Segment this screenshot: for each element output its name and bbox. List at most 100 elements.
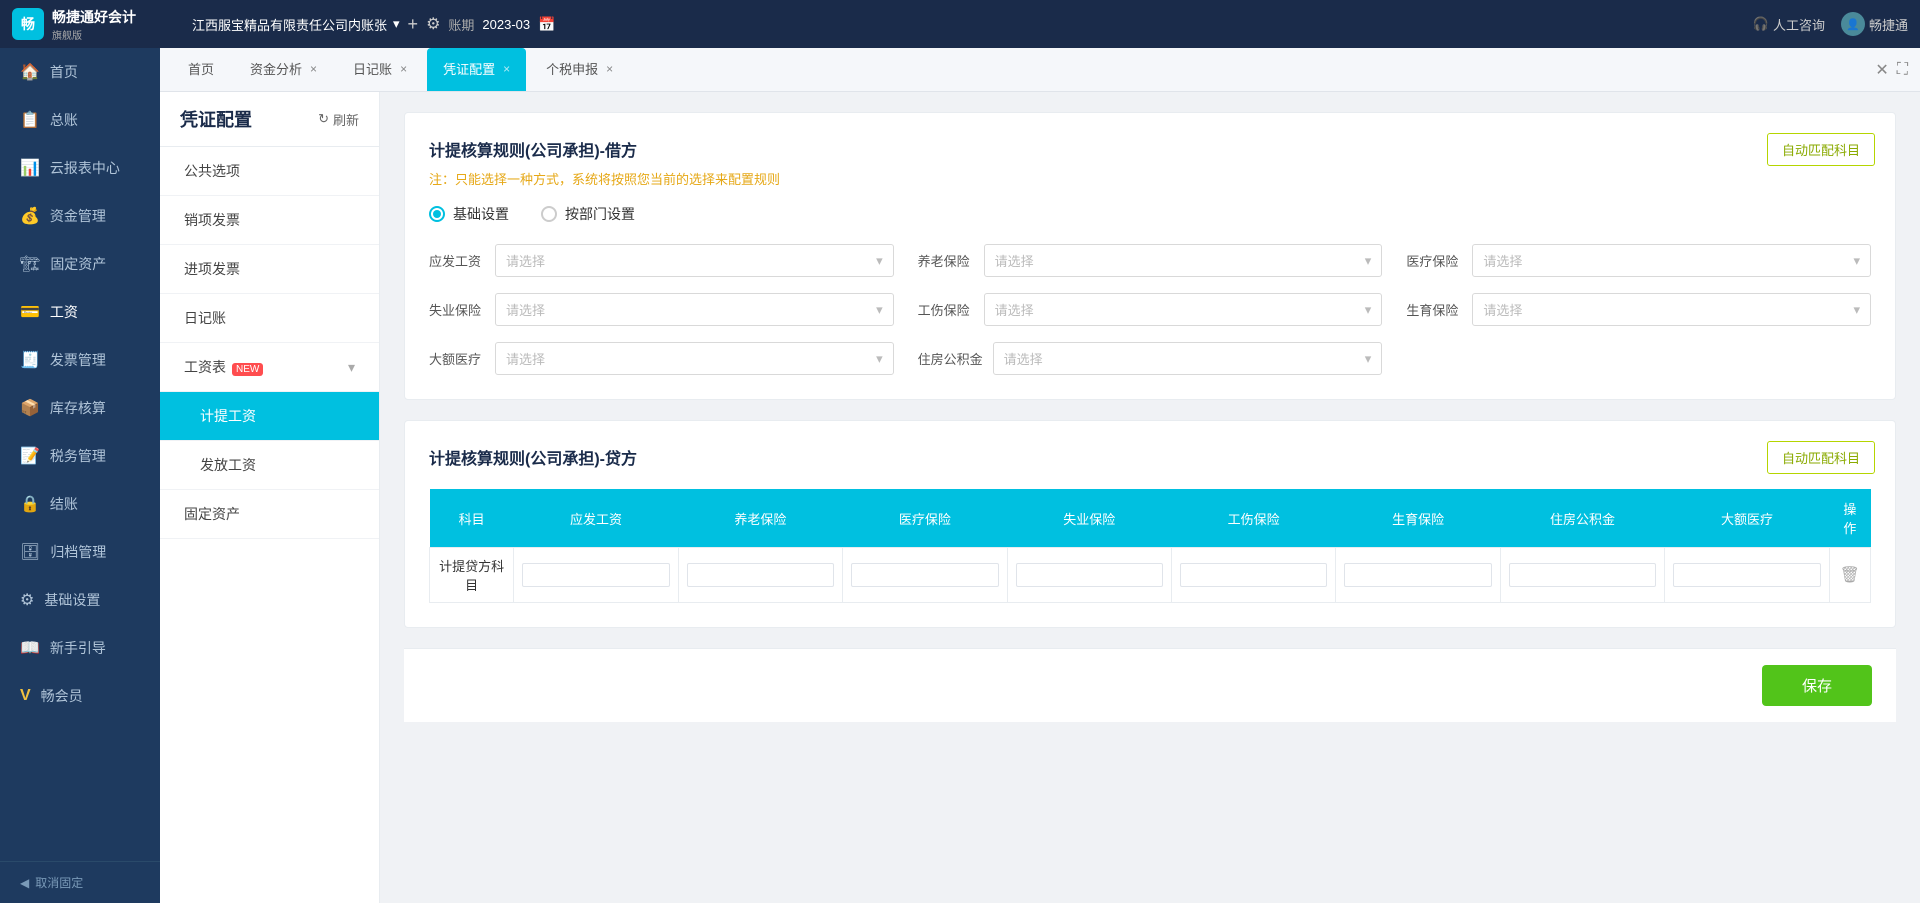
checkout-icon: 🔒 [20,494,40,514]
logo-icon: 畅 [12,8,44,40]
delete-row-button[interactable]: 🗑 [1840,565,1860,585]
tab-voucher[interactable]: 凭证配置 × [427,48,526,91]
sidebar-item-ledger[interactable]: 📋 总账 [0,96,160,144]
close-window-icon[interactable]: ✕ [1875,60,1888,80]
calendar-icon[interactable]: 📅 [538,16,555,33]
sub-nav-purchase[interactable]: 进项发票 [160,245,379,294]
select-arrow-icon6: ▾ [1853,302,1860,318]
field-unemployment-select[interactable]: 请选择 ▾ [495,293,894,326]
field-pension-select[interactable]: 请选择 ▾ [984,244,1383,277]
arrow-down-icon: ▾ [348,359,355,376]
tab-journal-close[interactable]: × [400,62,407,76]
top-bar: 畅 畅捷通好会计 旗舰版 江西服宝精品有限责任公司内账张 ▾ + ⚙ 账期 20… [0,0,1920,48]
sub-nav-fixed-assets[interactable]: 固定资产 [160,490,379,539]
debit-auto-match-button[interactable]: 自动匹配科目 [1767,133,1875,166]
input-large-medical[interactable] [1673,563,1820,587]
sidebar-item-checkout[interactable]: 🔒 结账 [0,480,160,528]
sidebar-label-inventory: 库存核算 [50,398,106,418]
field-maternity-select[interactable]: 请选择 ▾ [1472,293,1871,326]
save-button[interactable]: 保存 [1762,665,1872,706]
sub-nav-salary-table[interactable]: 工资表NEW ▾ [160,343,379,392]
radio-basic-inner [433,210,441,218]
tab-journal[interactable]: 日记账 × [337,48,423,91]
sidebar-label-settings: 基础设置 [44,590,100,610]
settings-icon: ⚙ [20,590,34,610]
sidebar-item-reports[interactable]: 📊 云报表中心 [0,144,160,192]
sub-nav-journal-label: 日记账 [184,310,226,326]
cancel-pin-button[interactable]: ◀ 取消固定 [0,861,160,903]
input-unemployment[interactable] [1016,563,1163,587]
tab-bar: 首页 资金分析 × 日记账 × 凭证配置 × 个税申报 × ✕ ⛶ [160,48,1920,92]
input-maternity[interactable] [1344,563,1491,587]
credit-table: 科目 应发工资 养老保险 医疗保险 失业保险 工伤保险 生育保险 住房公积金 大… [429,489,1871,603]
refresh-button[interactable]: ↻ 刷新 [318,110,359,129]
sub-nav: 凭证配置 ↻ 刷新 公共选项 销项发票 进项发票 日记账 [160,92,380,903]
sidebar-item-vip[interactable]: V 畅会员 [0,672,160,720]
sub-nav-public-label: 公共选项 [184,163,240,179]
radio-basic[interactable]: 基础设置 [429,204,509,224]
field-work-injury-select[interactable]: 请选择 ▾ [984,293,1383,326]
company-selector[interactable]: 江西服宝精品有限责任公司内账张 ▾ [192,15,400,34]
user-area[interactable]: 👤 畅捷通 [1841,12,1908,36]
sidebar-item-fund[interactable]: 💰 资金管理 [0,192,160,240]
sub-nav-journal[interactable]: 日记账 [160,294,379,343]
tab-tax[interactable]: 个税申报 × [530,48,629,91]
field-housing-fund-label: 住房公积金 [918,349,983,368]
sidebar-item-salary[interactable]: 💳 工资 [0,288,160,336]
add-button[interactable]: + [408,14,419,35]
input-pension[interactable] [687,563,834,587]
ai-service-button[interactable]: 🎧 人工咨询 [1753,15,1825,34]
content-area: 首页 资金分析 × 日记账 × 凭证配置 × 个税申报 × ✕ ⛶ [160,48,1920,903]
col-large-medical: 大额医疗 [1665,489,1829,548]
tab-tax-close[interactable]: × [606,62,613,76]
field-large-medical-select[interactable]: 请选择 ▾ [495,342,894,375]
field-basic-salary-select[interactable]: 请选择 ▾ [495,244,894,277]
tab-voucher-close[interactable]: × [503,62,510,76]
sidebar-item-archive[interactable]: 🗄 归档管理 [0,528,160,576]
field-pension-placeholder: 请选择 [995,251,1034,270]
sidebar-item-invoice[interactable]: 🧾 发票管理 [0,336,160,384]
sidebar-label-reports: 云报表中心 [50,158,120,178]
cell-pension [678,548,842,603]
sidebar-label-tax: 税务管理 [50,446,106,466]
select-arrow-icon4: ▾ [876,302,883,318]
logo-area: 畅 畅捷通好会计 旗舰版 [12,7,172,42]
field-unemployment: 失业保险 请选择 ▾ [429,293,894,326]
col-subject: 科目 [430,489,514,548]
tab-tax-label: 个税申报 [546,59,598,78]
tab-fund-close[interactable]: × [310,62,317,76]
sub-nav-calc-salary[interactable]: 计提工资 [160,392,379,441]
tab-home[interactable]: 首页 [172,48,230,91]
sidebar-item-home[interactable]: 🏠 首页 [0,48,160,96]
sub-nav-sales[interactable]: 销项发票 [160,196,379,245]
settings-icon[interactable]: ⚙ [426,14,440,34]
maximize-icon[interactable]: ⛶ [1897,61,1908,79]
select-arrow-icon7: ▾ [876,351,883,367]
field-work-injury-placeholder: 请选择 [995,300,1034,319]
input-medical[interactable] [851,563,998,587]
sidebar-item-guide[interactable]: 📖 新手引导 [0,624,160,672]
sub-nav-pay-salary[interactable]: 发放工资 [160,441,379,490]
tax-icon: 📝 [20,446,40,466]
select-arrow-icon5: ▾ [1365,302,1372,318]
sidebar-label-vip: 畅会员 [41,686,83,706]
sidebar-item-inventory[interactable]: 📦 库存核算 [0,384,160,432]
field-medical-select[interactable]: 请选择 ▾ [1472,244,1871,277]
field-housing-fund-select[interactable]: 请选择 ▾ [993,342,1383,375]
input-housing-fund[interactable] [1509,563,1656,587]
radio-dept[interactable]: 按部门设置 [541,204,635,224]
radio-dept-circle [541,206,557,222]
tab-fund[interactable]: 资金分析 × [234,48,333,91]
sidebar-item-tax[interactable]: 📝 税务管理 [0,432,160,480]
col-work-injury: 工伤保险 [1171,489,1335,548]
credit-auto-match-button[interactable]: 自动匹配科目 [1767,441,1875,474]
input-work-injury[interactable] [1180,563,1327,587]
sidebar-item-settings[interactable]: ⚙ 基础设置 [0,576,160,624]
home-icon: 🏠 [20,62,40,82]
sub-nav-public[interactable]: 公共选项 [160,147,379,196]
input-basic-salary[interactable] [522,563,669,587]
invoice-icon: 🧾 [20,350,40,370]
col-pension: 养老保险 [678,489,842,548]
inner-layout: 凭证配置 ↻ 刷新 公共选项 销项发票 进项发票 日记账 [160,92,1920,903]
sidebar-item-assets[interactable]: 🏗 固定资产 [0,240,160,288]
